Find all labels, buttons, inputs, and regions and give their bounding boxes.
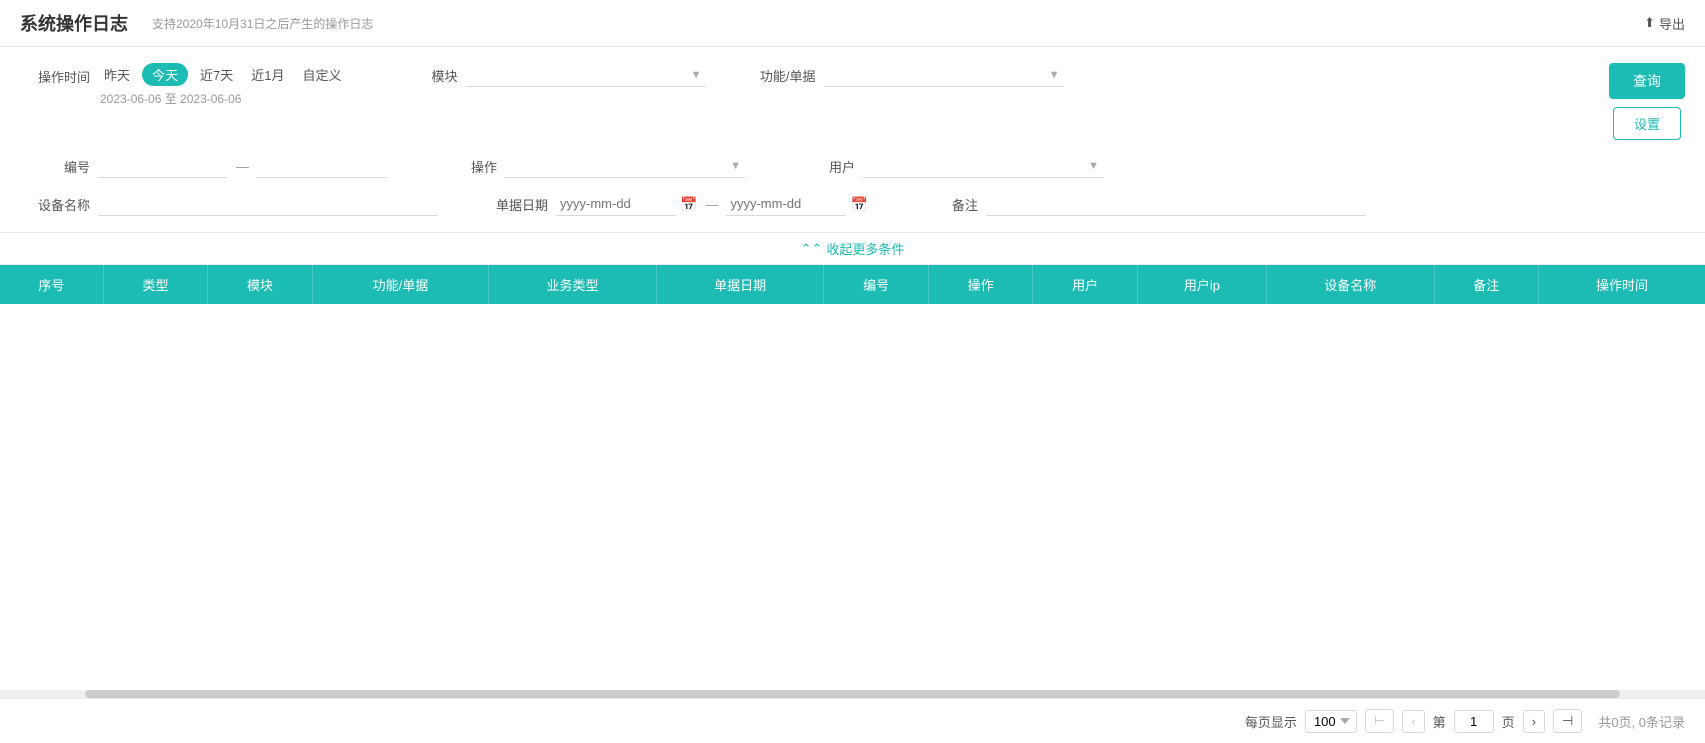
function-dropdown-wrap: ▼ xyxy=(824,63,1064,87)
date-dash: — xyxy=(705,197,718,212)
query-button[interactable]: 查询 xyxy=(1609,63,1685,99)
time-btn-today[interactable]: 今天 xyxy=(142,63,188,86)
page-suffix: 页 xyxy=(1502,712,1515,731)
module-filter: 模块 ▼ xyxy=(388,63,706,87)
last-page-button[interactable]: ⊣ xyxy=(1553,709,1582,733)
collapse-bar[interactable]: ⌃⌃ 收起更多条件 xyxy=(0,233,1705,265)
col-device: 设备名称 xyxy=(1266,265,1434,304)
settings-button[interactable]: 设置 xyxy=(1613,107,1681,140)
first-page-button[interactable]: ⊢ xyxy=(1365,709,1394,733)
date-to-input[interactable] xyxy=(726,192,846,216)
col-module: 模块 xyxy=(208,265,312,304)
next-page-button[interactable]: › xyxy=(1523,710,1545,733)
time-btn-custom[interactable]: 自定义 xyxy=(297,63,348,86)
user-input[interactable] xyxy=(863,154,1103,178)
function-label: 功能/单据 xyxy=(746,66,816,85)
code-input-to[interactable] xyxy=(257,154,387,178)
time-btn-7days[interactable]: 近7天 xyxy=(194,63,239,86)
module-input[interactable] xyxy=(466,63,706,87)
page-number-input[interactable] xyxy=(1454,710,1494,733)
col-code: 编号 xyxy=(824,265,928,304)
col-function: 功能/单据 xyxy=(312,265,488,304)
table-container: 序号 类型 模块 功能/单据 业务类型 单据日期 编号 操作 用户 用户ip 设… xyxy=(0,265,1705,690)
collapse-icon: ⌃⌃ xyxy=(801,241,823,257)
device-label: 设备名称 xyxy=(20,195,90,214)
col-user: 用户 xyxy=(1033,265,1137,304)
cal-to-icon[interactable]: 📅 xyxy=(850,196,867,213)
time-filter: 操作时间 昨天 今天 近7天 近1月 自定义 2023-06-06 至 2023… xyxy=(20,63,348,107)
collapse-label: 收起更多条件 xyxy=(826,239,904,258)
operation-label: 操作 xyxy=(427,157,497,176)
time-btn-yesterday[interactable]: 昨天 xyxy=(98,63,136,86)
remark-input[interactable] xyxy=(986,192,1366,216)
page-subtitle: 支持2020年10月31日之后产生的操作日志 xyxy=(152,15,373,32)
col-op-time: 操作时间 xyxy=(1539,265,1705,304)
code-filter: 编号 — xyxy=(20,154,387,178)
code-input-from[interactable] xyxy=(98,154,228,178)
time-range-display: 2023-06-06 至 2023-06-06 xyxy=(100,90,348,107)
col-user-ip: 用户ip xyxy=(1137,265,1266,304)
module-label: 模块 xyxy=(388,66,458,85)
per-page-label: 每页显示 xyxy=(1245,712,1297,731)
col-type: 类型 xyxy=(103,265,207,304)
voucher-date-label: 单据日期 xyxy=(478,195,548,214)
device-filter: 设备名称 xyxy=(20,192,438,216)
page-title: 系统操作日志 xyxy=(20,10,128,36)
col-operation: 操作 xyxy=(928,265,1032,304)
export-button[interactable]: ⬆ 导出 xyxy=(1644,14,1685,33)
user-label: 用户 xyxy=(785,157,855,176)
operation-dropdown-wrap: ▼ xyxy=(505,154,745,178)
operation-input[interactable] xyxy=(505,154,745,178)
time-group: 昨天 今天 近7天 近1月 自定义 xyxy=(98,63,348,86)
col-seq: 序号 xyxy=(0,265,103,304)
pagination-bar: 每页显示 100 10 20 50 200 ⊢ ‹ 第 页 › ⊣ 共0页, 0… xyxy=(0,698,1705,743)
prev-page-button[interactable]: ‹ xyxy=(1402,710,1424,733)
remark-label: 备注 xyxy=(908,195,978,214)
per-page-select[interactable]: 100 10 20 50 200 xyxy=(1305,710,1357,733)
filter-area: 操作时间 昨天 今天 近7天 近1月 自定义 2023-06-06 至 2023… xyxy=(0,47,1705,233)
voucher-date-filter: 单据日期 📅 — 📅 xyxy=(478,192,868,216)
col-remark: 备注 xyxy=(1434,265,1538,304)
module-dropdown-wrap: ▼ xyxy=(466,63,706,87)
time-btn-1month[interactable]: 近1月 xyxy=(245,63,290,86)
remark-filter: 备注 xyxy=(908,192,1366,216)
total-info: 共0页, 0条记录 xyxy=(1598,712,1685,731)
table-header-row: 序号 类型 模块 功能/单据 业务类型 单据日期 编号 操作 用户 用户ip 设… xyxy=(0,265,1705,304)
col-voucher-date: 单据日期 xyxy=(656,265,824,304)
date-from-input[interactable] xyxy=(556,192,676,216)
function-filter: 功能/单据 ▼ xyxy=(746,63,1064,87)
page-label: 第 xyxy=(1433,712,1446,731)
export-icon: ⬆ xyxy=(1644,15,1655,31)
scrollbar-track[interactable] xyxy=(0,690,1705,698)
function-input[interactable] xyxy=(824,63,1064,87)
code-dash: — xyxy=(236,159,249,174)
cal-from-icon[interactable]: 📅 xyxy=(680,196,697,213)
col-biz-type: 业务类型 xyxy=(489,265,657,304)
user-dropdown-wrap: ▼ xyxy=(863,154,1103,178)
user-filter: 用户 ▼ xyxy=(785,154,1103,178)
page-header: 系统操作日志 支持2020年10月31日之后产生的操作日志 ⬆ 导出 xyxy=(0,0,1705,47)
device-input[interactable] xyxy=(98,192,438,216)
code-label: 编号 xyxy=(20,157,90,176)
operation-filter: 操作 ▼ xyxy=(427,154,745,178)
data-table: 序号 类型 模块 功能/单据 业务类型 单据日期 编号 操作 用户 用户ip 设… xyxy=(0,265,1705,304)
time-label: 操作时间 xyxy=(20,63,90,86)
scrollbar-thumb[interactable] xyxy=(85,690,1620,698)
action-buttons: 查询 设置 xyxy=(1609,63,1685,140)
